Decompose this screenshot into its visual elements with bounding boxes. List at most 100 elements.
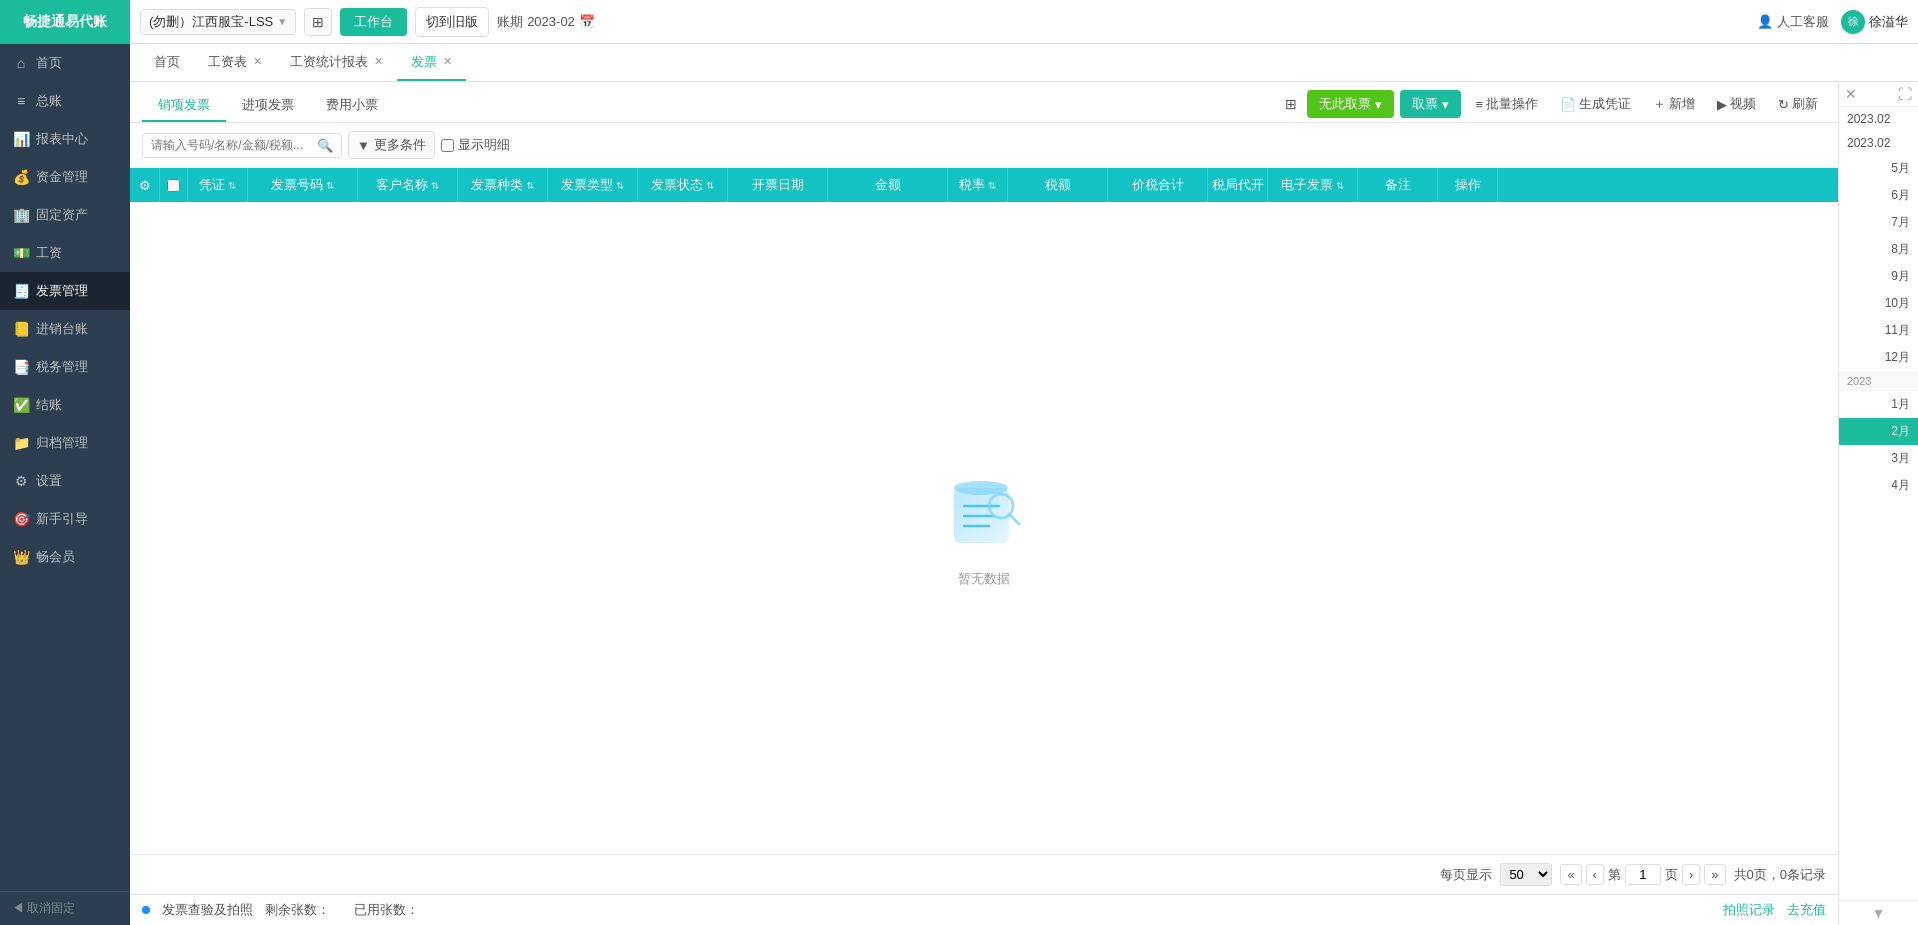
- per-page-select[interactable]: 50 100 200: [1500, 863, 1552, 886]
- table-footer: 每页显示 50 100 200 « ‹ 第 页 › » 共0页，0条记录: [130, 854, 1838, 894]
- first-page-button[interactable]: «: [1560, 864, 1581, 885]
- tab-invoice[interactable]: 发票 ✕: [397, 45, 466, 81]
- date-month-10[interactable]: 10月: [1839, 290, 1918, 317]
- date-month-6[interactable]: 6月: [1839, 182, 1918, 209]
- topbar: (勿删）江西服宝-LSS ▼ ⊞ 工作台 切到旧版 账期 2023-02 📅 👤…: [130, 0, 1918, 44]
- sub-tabs-actions: ⊞ 无此取票 ▾ 取票 ▾ ≡ 批量操作 📄 生成凭: [1281, 90, 1826, 122]
- th-voucher[interactable]: 凭证 ⇅: [188, 168, 248, 202]
- last-page-button[interactable]: »: [1704, 864, 1725, 885]
- company-selector[interactable]: (勿删）江西服宝-LSS ▼: [140, 9, 296, 35]
- sidebar-item-tax[interactable]: 📑 税务管理: [0, 348, 130, 386]
- tab-salary-close[interactable]: ✕: [253, 55, 262, 68]
- sidebar-item-member[interactable]: 👑 畅会员: [0, 538, 130, 576]
- sidebar-item-archive[interactable]: 📁 归档管理: [0, 424, 130, 462]
- th-customer[interactable]: 客户名称 ⇅: [358, 168, 458, 202]
- workbench-button[interactable]: 工作台: [340, 8, 407, 36]
- video-button[interactable]: ▶ 视频: [1709, 90, 1764, 118]
- date-month-5[interactable]: 5月: [1839, 155, 1918, 182]
- show-detail-check[interactable]: [441, 139, 454, 152]
- sidebar-item-assets[interactable]: 🏢 固定资产: [0, 196, 130, 234]
- tab-salary-stats-close[interactable]: ✕: [374, 55, 383, 68]
- th-tax-rate[interactable]: 税率 ⇅: [948, 168, 1008, 202]
- date-month-3[interactable]: 3月: [1839, 445, 1918, 472]
- table-body: 暂无数据: [130, 202, 1838, 854]
- date-month-11[interactable]: 11月: [1839, 317, 1918, 344]
- date-panel-scroll-down[interactable]: ▼: [1872, 905, 1886, 921]
- th-invoice-no[interactable]: 发票号码 ⇅: [248, 168, 358, 202]
- date-month-4[interactable]: 4月: [1839, 472, 1918, 499]
- prev-page-button[interactable]: ‹: [1586, 864, 1604, 885]
- show-detail-label: 显示明细: [458, 136, 510, 154]
- member-icon: 👑: [12, 549, 30, 565]
- sort-icon: ⇅: [326, 180, 334, 191]
- more-conditions-button[interactable]: ▼ 更多条件: [348, 131, 435, 159]
- archive-icon: 📁: [12, 435, 30, 451]
- sidebar-item-funds[interactable]: 💰 资金管理: [0, 158, 130, 196]
- th-invoice-type[interactable]: 发票种类 ⇅: [458, 168, 548, 202]
- customer-service[interactable]: 👤 人工客服: [1757, 13, 1829, 31]
- th-checkbox[interactable]: [160, 168, 188, 202]
- batch-ops-button[interactable]: ≡ 批量操作: [1467, 90, 1546, 118]
- invoice-panel: 销项发票 进项发票 费用小票 ⊞ 无此取票 ▾ 取票 ▾ ≡ 批量操作: [130, 82, 1838, 925]
- generate-voucher-button[interactable]: 📄 生成凭证: [1552, 90, 1639, 118]
- user-profile[interactable]: 徐 徐溢华: [1841, 10, 1908, 34]
- assets-icon: 🏢: [12, 207, 30, 223]
- th-total: 价税合计: [1108, 168, 1208, 202]
- tab-invoice-close[interactable]: ✕: [443, 55, 452, 68]
- settings-icon: ⚙: [12, 473, 30, 489]
- tab-home[interactable]: 首页: [140, 45, 194, 81]
- get-invoice-label: 取票: [1412, 95, 1438, 113]
- sub-tab-receipt[interactable]: 费用小票: [310, 90, 394, 122]
- sub-tab-incoming[interactable]: 进项发票: [226, 90, 310, 122]
- sidebar-item-settings[interactable]: ⚙ 设置: [0, 462, 130, 500]
- no-invoice-button[interactable]: 无此取票 ▾: [1307, 90, 1394, 118]
- grid-view-icon[interactable]: ⊞: [1281, 92, 1301, 116]
- sidebar-item-ledger[interactable]: ≡ 总账: [0, 82, 130, 120]
- sidebar-item-reports[interactable]: 📊 报表中心: [0, 120, 130, 158]
- date-month-8[interactable]: 8月: [1839, 236, 1918, 263]
- sub-tabs: 销项发票 进项发票 费用小票 ⊞ 无此取票 ▾ 取票 ▾ ≡ 批量操作: [130, 82, 1838, 123]
- table-header: ⚙ 凭证 ⇅ 发票号码 ⇅ 客户名称 ⇅: [130, 168, 1838, 202]
- th-settings[interactable]: ⚙: [130, 168, 160, 202]
- sidebar-item-invoice[interactable]: 🧾 发票管理: [0, 272, 130, 310]
- tab-salary-stats[interactable]: 工资统计报表 ✕: [276, 45, 397, 81]
- sidebar-item-salary[interactable]: 💵 工资: [0, 234, 130, 272]
- page-number-input[interactable]: [1625, 864, 1661, 885]
- tab-salary-table[interactable]: 工资表 ✕: [194, 45, 276, 81]
- chevron-down-icon: ▼: [277, 16, 287, 27]
- date-month-12[interactable]: 12月: [1839, 344, 1918, 371]
- sub-tab-outgoing[interactable]: 销项发票: [142, 90, 226, 122]
- per-page-label: 每页显示: [1440, 866, 1492, 884]
- date-full-2023-02-alt[interactable]: 2023.02: [1839, 131, 1918, 155]
- photo-record-link[interactable]: 拍照记录: [1723, 901, 1775, 919]
- sidebar-item-sales-ledger[interactable]: 📒 进销台账: [0, 310, 130, 348]
- search-input[interactable]: [151, 138, 313, 152]
- settings-icon-btn[interactable]: ⊞: [304, 8, 332, 36]
- th-invoice-status[interactable]: 发票状态 ⇅: [638, 168, 728, 202]
- sidebar-item-close-accounts[interactable]: ✅ 结账: [0, 386, 130, 424]
- new-invoice-button[interactable]: ＋ 新增: [1645, 90, 1703, 118]
- switch-version-button[interactable]: 切到旧版: [415, 7, 489, 37]
- select-all-checkbox[interactable]: [167, 179, 180, 192]
- period-info: 账期 2023-02 📅: [497, 13, 595, 31]
- service-icon: 👤: [1757, 14, 1773, 29]
- th-invoice-category[interactable]: 发票类型 ⇅: [548, 168, 638, 202]
- date-month-7[interactable]: 7月: [1839, 209, 1918, 236]
- date-panel-expand-icon[interactable]: ⛶: [1898, 86, 1912, 102]
- sidebar-pin-toggle[interactable]: ◀ 取消固定: [0, 891, 130, 925]
- date-month-2-active[interactable]: 2月: [1839, 418, 1918, 445]
- date-month-1[interactable]: 1月: [1839, 391, 1918, 418]
- sidebar-item-home[interactable]: ⌂ 首页: [0, 44, 130, 82]
- date-panel-close-icon[interactable]: ✕: [1845, 86, 1857, 102]
- get-invoice-button[interactable]: 取票 ▾: [1400, 90, 1461, 118]
- next-page-button[interactable]: ›: [1682, 864, 1700, 885]
- show-detail-checkbox[interactable]: 显示明细: [441, 136, 510, 154]
- sort-icon: ⇅: [228, 180, 236, 191]
- recharge-link[interactable]: 去充值: [1787, 901, 1826, 919]
- search-container: 🔍: [142, 133, 342, 158]
- refresh-button[interactable]: ↻ 刷新: [1770, 90, 1826, 118]
- date-full-2023-02-top[interactable]: 2023.02: [1839, 107, 1918, 131]
- sidebar-item-tutorial[interactable]: 🎯 新手引导: [0, 500, 130, 538]
- th-electronic[interactable]: 电子发票 ⇅: [1268, 168, 1358, 202]
- date-month-9[interactable]: 9月: [1839, 263, 1918, 290]
